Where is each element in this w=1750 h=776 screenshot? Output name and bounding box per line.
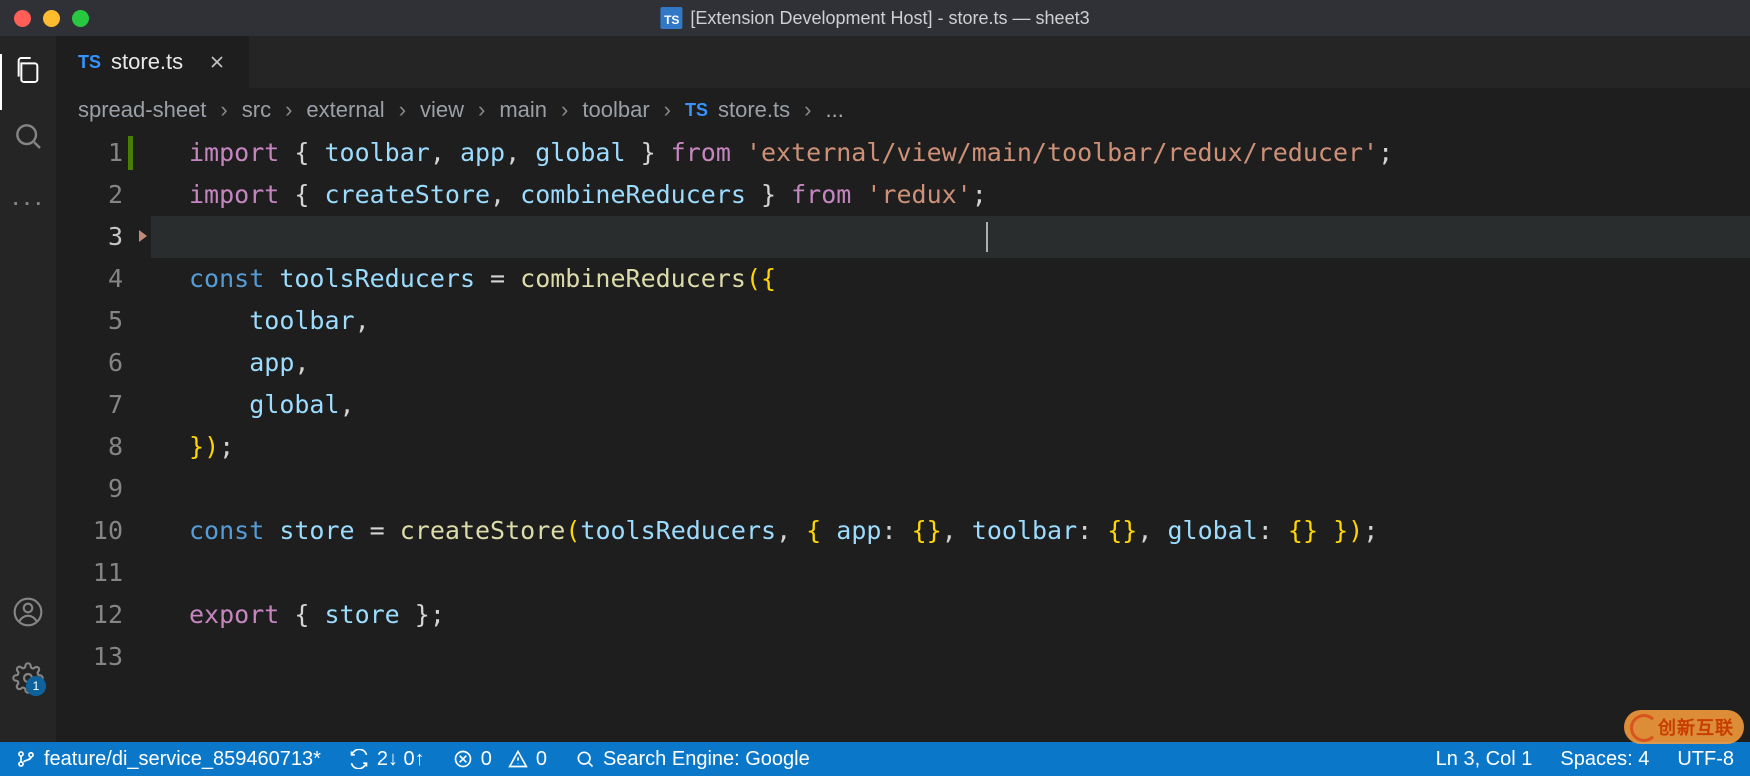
chevron-right-icon: › [794, 97, 821, 123]
chevron-right-icon: › [389, 97, 416, 123]
close-icon[interactable] [207, 52, 227, 72]
chevron-right-icon: › [210, 97, 237, 123]
breadcrumb-item[interactable]: external [306, 97, 384, 123]
breadcrumb-item[interactable]: spread-sheet [78, 97, 206, 123]
breadcrumb-item[interactable]: src [242, 97, 271, 123]
breadcrumb-file[interactable]: store.ts [718, 97, 790, 123]
tab-store-ts[interactable]: TS store.ts [56, 36, 249, 88]
ts-file-icon: TS [660, 7, 682, 29]
editor-area[interactable]: 12345678910111213 import { toolbar, app,… [56, 132, 1750, 742]
line-gutter: 12345678910111213 [56, 132, 151, 742]
activity-bar: ··· 1 [0, 36, 56, 742]
status-bar: feature/di_service_859460713* 2↓ 0↑ 0 0 … [0, 742, 1750, 776]
tab-filename: store.ts [111, 49, 183, 75]
indentation-status[interactable]: Spaces: 4 [1560, 748, 1649, 771]
encoding-status[interactable]: UTF-8 [1677, 748, 1734, 771]
breadcrumb-tail[interactable]: ... [825, 97, 843, 123]
breadcrumb-item[interactable]: view [420, 97, 464, 123]
code-content[interactable]: import { toolbar, app, global } from 'ex… [151, 132, 1750, 742]
window-minimize-button[interactable] [43, 10, 60, 27]
watermark: 创新互联 [1624, 710, 1744, 744]
problems-status[interactable]: 0 0 [453, 748, 547, 771]
search-engine-status[interactable]: Search Engine: Google [575, 748, 810, 771]
titlebar: TS [Extension Development Host] - store.… [0, 0, 1750, 36]
settings-badge: 1 [26, 676, 46, 696]
breadcrumb-item[interactable]: main [499, 97, 547, 123]
breadcrumb[interactable]: spread-sheet›src›external›view›main›tool… [56, 88, 1750, 132]
ts-file-icon: TS [78, 52, 101, 73]
editor-tabs: TS store.ts [56, 36, 1750, 88]
explorer-icon[interactable] [12, 54, 44, 86]
chevron-right-icon: › [551, 97, 578, 123]
chevron-right-icon: › [654, 97, 681, 123]
activity-overflow-icon[interactable]: ··· [11, 186, 45, 218]
sync-status[interactable]: 2↓ 0↑ [349, 748, 425, 771]
breadcrumb-item[interactable]: toolbar [582, 97, 649, 123]
window-close-button[interactable] [14, 10, 31, 27]
chevron-right-icon: › [468, 97, 495, 123]
settings-icon[interactable]: 1 [12, 662, 44, 694]
window-maximize-button[interactable] [72, 10, 89, 27]
cursor-position[interactable]: Ln 3, Col 1 [1436, 748, 1533, 771]
window-title: [Extension Development Host] - store.ts … [690, 8, 1089, 29]
search-icon[interactable] [12, 120, 44, 152]
accounts-icon[interactable] [12, 596, 44, 628]
ts-file-icon: TS [685, 100, 708, 121]
git-branch[interactable]: feature/di_service_859460713* [16, 748, 321, 771]
chevron-right-icon: › [275, 97, 302, 123]
